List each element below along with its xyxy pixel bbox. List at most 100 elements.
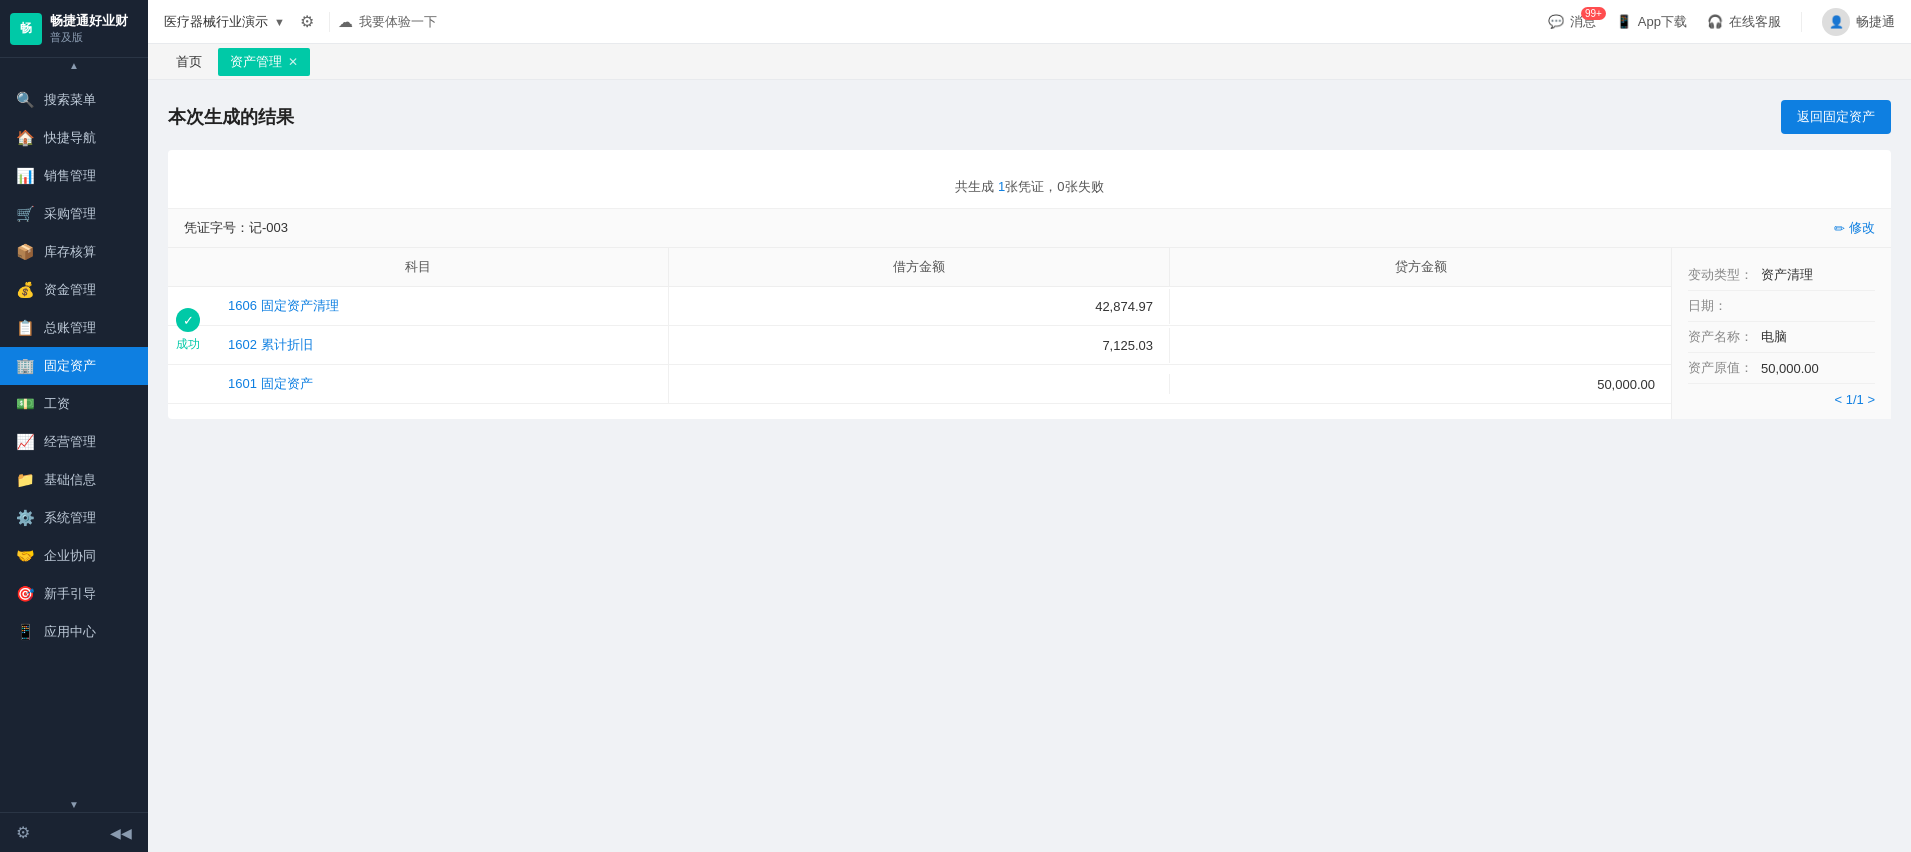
sidebar-item-label: 经营管理 [44, 433, 96, 451]
sidebar-item-fixed-assets[interactable]: 🏢 固定资产 [0, 347, 148, 385]
row3-credit: 50,000.00 [1170, 367, 1671, 402]
col-debit: 借方金额 [669, 248, 1170, 286]
date-label: 日期： [1688, 297, 1727, 315]
divider [329, 12, 330, 32]
sidebar-item-label: 固定资产 [44, 357, 96, 375]
summary-mid: 张凭证， [1005, 179, 1057, 194]
tab-asset-management[interactable]: 资产管理 ✕ [218, 48, 310, 76]
sidebar-item-label: 企业协同 [44, 547, 96, 565]
sidebar-item-label: 搜索菜单 [44, 91, 96, 109]
topbar-settings-icon[interactable]: ⚙ [293, 8, 321, 36]
messages-btn[interactable]: 💬 消息 99+ [1548, 13, 1596, 31]
company-selector[interactable]: 医疗器械行业演示 ▼ [164, 13, 285, 31]
col-account: 科目 [168, 248, 669, 286]
voucher-table: 科目 借方金额 贷方金额 1606 固定资产清理 42,874.97 [168, 248, 1671, 404]
experience-label: 我要体验一下 [359, 13, 437, 31]
tab-home-label: 首页 [176, 53, 202, 71]
edit-voucher-button[interactable]: ✏ 修改 [1834, 219, 1875, 237]
table-header: 科目 借方金额 贷方金额 [168, 248, 1671, 287]
pagination-next-icon[interactable]: > [1867, 392, 1875, 407]
table-row: 1602 累计折旧 7,125.03 [168, 326, 1671, 365]
app-version: 普及版 [50, 30, 128, 45]
settings-footer-icon[interactable]: ⚙ [16, 823, 30, 842]
voucher-table-area: ✓ 成功 科目 借方金额 贷方金额 1 [168, 248, 1671, 419]
result-summary: 共生成 1张凭证，0张失败 [168, 166, 1891, 209]
sidebar-item-operations[interactable]: 📈 经营管理 [0, 423, 148, 461]
info-asset-value: 资产原值： 50,000.00 [1688, 353, 1875, 384]
edit-icon: ✏ [1834, 221, 1845, 236]
success-checkmark-icon: ✓ [176, 308, 200, 332]
app-title-area: 畅捷通好业财 普及版 [50, 12, 128, 45]
voucher-body: ✓ 成功 科目 借方金额 贷方金额 1 [168, 248, 1891, 419]
ledger-icon: 📋 [16, 319, 34, 337]
app-download-icon: 📱 [1616, 14, 1632, 29]
sidebar-item-guide[interactable]: 🎯 新手引导 [0, 575, 148, 613]
sidebar-item-app-center[interactable]: 📱 应用中心 [0, 613, 148, 651]
sidebar-item-enterprise[interactable]: 🤝 企业协同 [0, 537, 148, 575]
status-indicator: ✓ 成功 [176, 308, 200, 353]
info-asset-name: 资产名称： 电脑 [1688, 322, 1875, 353]
sidebar-item-inventory[interactable]: 📦 库存核算 [0, 233, 148, 271]
scroll-down-btn[interactable]: ▼ [69, 799, 79, 810]
sidebar-item-label: 采购管理 [44, 205, 96, 223]
sales-icon: 📊 [16, 167, 34, 185]
tabbar: 首页 资产管理 ✕ [148, 44, 1911, 80]
pagination-prev-icon[interactable]: < [1835, 392, 1843, 407]
sidebar-item-quick-nav[interactable]: 🏠 快捷导航 [0, 119, 148, 157]
info-date: 日期： [1688, 291, 1875, 322]
sidebar-item-label: 总账管理 [44, 319, 96, 337]
guide-icon: 🎯 [16, 585, 34, 603]
sidebar-item-label: 资金管理 [44, 281, 96, 299]
scroll-up-btn[interactable]: ▲ [69, 60, 79, 71]
sidebar-item-ledger[interactable]: 📋 总账管理 [0, 309, 148, 347]
result-panel: 共生成 1张凭证，0张失败 凭证字号：记-003 ✏ 修改 [168, 150, 1891, 419]
collapse-sidebar-icon[interactable]: ◀◀ [110, 825, 132, 841]
sidebar-item-search[interactable]: 🔍 搜索菜单 [0, 81, 148, 119]
sidebar-item-fund[interactable]: 💰 资金管理 [0, 271, 148, 309]
edit-label: 修改 [1849, 219, 1875, 237]
row1-debit: 42,874.97 [669, 289, 1170, 324]
sidebar-item-label: 系统管理 [44, 509, 96, 527]
sidebar-nav: 🔍 搜索菜单 🏠 快捷导航 📊 销售管理 🛒 采购管理 📦 库存核算 💰 资金管… [0, 73, 148, 797]
sidebar-item-basic-info[interactable]: 📁 基础信息 [0, 461, 148, 499]
tab-asset-management-label: 资产管理 [230, 53, 282, 71]
messages-badge: 99+ [1581, 7, 1606, 20]
inventory-icon: 📦 [16, 243, 34, 261]
system-icon: ⚙️ [16, 509, 34, 527]
pagination-info: 1/1 [1846, 392, 1868, 407]
voucher-header: 凭证字号：记-003 ✏ 修改 [168, 209, 1891, 248]
pagination: < 1/1 > [1688, 384, 1875, 407]
sidebar-item-label: 应用中心 [44, 623, 96, 641]
page-title: 本次生成的结果 [168, 105, 294, 129]
tab-home[interactable]: 首页 [164, 48, 214, 76]
tab-close-icon[interactable]: ✕ [288, 56, 298, 68]
user-area[interactable]: 👤 畅捷通 [1822, 8, 1895, 36]
scroll-down-area: ▼ [0, 797, 148, 812]
sidebar: 畅 畅捷通好业财 普及版 ▲ 🔍 搜索菜单 🏠 快捷导航 📊 销售管理 🛒 采购… [0, 0, 148, 852]
summary-suffix: 张失败 [1065, 179, 1104, 194]
fund-icon: 💰 [16, 281, 34, 299]
app-download-btn[interactable]: 📱 App下载 [1616, 13, 1687, 31]
return-fixed-assets-button[interactable]: 返回固定资产 [1781, 100, 1891, 134]
right-info-panel: 变动类型： 资产清理 日期： 资产名称： 电脑 资产原值： [1671, 248, 1891, 419]
online-service-btn[interactable]: 🎧 在线客服 [1707, 13, 1781, 31]
sidebar-header: 畅 畅捷通好业财 普及版 [0, 0, 148, 58]
row2-credit [1170, 335, 1671, 355]
avatar: 👤 [1822, 8, 1850, 36]
asset-value-value: 50,000.00 [1761, 361, 1819, 376]
divider2 [1801, 12, 1802, 32]
topbar: 医疗器械行业演示 ▼ ⚙ ☁ 我要体验一下 💬 消息 99+ 📱 App下载 🎧 [148, 0, 1911, 44]
asset-value-label: 资产原值： [1688, 359, 1753, 377]
sidebar-item-label: 新手引导 [44, 585, 96, 603]
experience-cloud-icon: ☁ [338, 13, 353, 31]
sidebar-item-payroll[interactable]: 💵 工资 [0, 385, 148, 423]
sidebar-item-system[interactable]: ⚙️ 系统管理 [0, 499, 148, 537]
row2-debit: 7,125.03 [669, 328, 1170, 363]
experience-btn[interactable]: ☁ 我要体验一下 [338, 13, 437, 31]
enterprise-icon: 🤝 [16, 547, 34, 565]
sidebar-item-purchase[interactable]: 🛒 采购管理 [0, 195, 148, 233]
col-credit: 贷方金额 [1170, 248, 1671, 286]
sidebar-item-sales[interactable]: 📊 销售管理 [0, 157, 148, 195]
fixed-assets-icon: 🏢 [16, 357, 34, 375]
sidebar-footer: ⚙ ◀◀ [0, 812, 148, 852]
